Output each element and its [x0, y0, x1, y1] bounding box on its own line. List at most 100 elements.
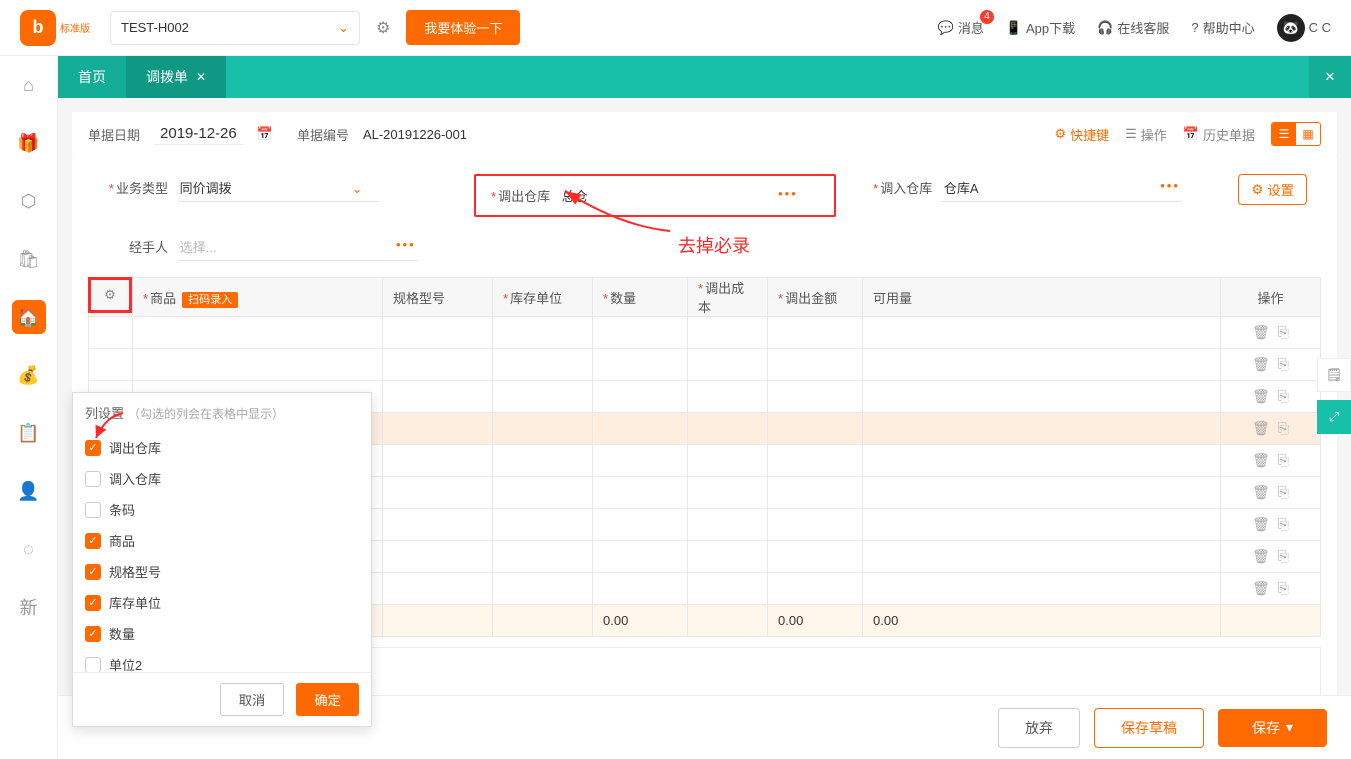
nav-sync-icon[interactable]: ◌ [12, 532, 46, 566]
settings-button[interactable]: ⚙设置 [1238, 174, 1307, 205]
in-warehouse-field[interactable]: *调入仓库 仓库A••• [866, 174, 1208, 202]
copy-icon[interactable]: ⎘ [1278, 580, 1289, 596]
column-option[interactable]: ✓商品 [85, 525, 359, 556]
online-service-link[interactable]: 🎧 在线客服 [1097, 18, 1169, 37]
col-qty: *数量 [593, 278, 688, 317]
annotation-text: 去掉必录 [678, 232, 750, 258]
more-icon[interactable]: ••• [778, 186, 798, 201]
tab-home[interactable]: 首页 [58, 56, 126, 98]
delete-icon[interactable]: 🗑 [1252, 548, 1270, 564]
save-button[interactable]: 保存▾ [1218, 709, 1327, 747]
column-option[interactable]: ✓规格型号 [85, 556, 359, 587]
copy-icon[interactable]: ⎘ [1278, 452, 1289, 468]
nav-bag-icon[interactable]: 🛍 [12, 242, 46, 276]
discard-button[interactable]: 放弃 [998, 708, 1080, 748]
delete-icon[interactable]: 🗑 [1252, 420, 1270, 436]
user-menu[interactable]: 🐼 C C [1277, 14, 1331, 42]
close-all-tabs[interactable]: ✕ [1309, 56, 1351, 98]
table-row[interactable]: 🗑⎘ [89, 317, 1321, 349]
list-view-icon[interactable]: ☰ [1272, 123, 1296, 145]
delete-icon[interactable]: 🗑 [1252, 452, 1270, 468]
nav-tag-icon[interactable]: ⬡ [12, 184, 46, 218]
left-nav: ⌂ 🎁 ⬡ 🛍 🏠 💰 📋 👤 ◌ 新 [0, 56, 58, 759]
nav-contact-icon[interactable]: 👤 [12, 474, 46, 508]
copy-icon[interactable]: ⎘ [1278, 324, 1289, 340]
popover-ok-button[interactable]: 确定 [296, 683, 359, 716]
gear-icon: ⚙ [1251, 182, 1263, 198]
nav-gift-icon[interactable]: 🎁 [12, 126, 46, 160]
copy-icon[interactable]: ⎘ [1278, 356, 1289, 372]
checkbox-icon[interactable] [85, 471, 101, 487]
close-icon[interactable]: ✕ [196, 70, 206, 84]
trial-button[interactable]: 我要体验一下 [406, 10, 520, 45]
checkbox-icon[interactable] [85, 657, 101, 673]
checkbox-icon[interactable]: ✓ [85, 564, 101, 580]
delete-icon[interactable]: 🗑 [1252, 516, 1270, 532]
copy-icon[interactable]: ⎘ [1278, 420, 1289, 436]
nav-new-icon[interactable]: 新 [12, 590, 46, 624]
delete-icon[interactable]: 🗑 [1252, 324, 1270, 340]
logo-subtitle: 标准版 [60, 20, 90, 35]
messages-link[interactable]: 💬 消息 4 [938, 18, 984, 37]
gear-icon[interactable]: ⚙ [376, 18, 390, 38]
copy-icon[interactable]: ⎘ [1278, 388, 1289, 404]
help-icon: ? [1191, 20, 1198, 35]
more-icon[interactable]: ••• [1160, 178, 1180, 193]
copy-icon[interactable]: ⎘ [1278, 516, 1289, 532]
nav-home-icon[interactable]: ⌂ [12, 68, 46, 102]
column-option[interactable]: 单位2 [85, 649, 359, 672]
more-icon[interactable]: ••• [396, 237, 416, 252]
checkbox-icon[interactable]: ✓ [85, 595, 101, 611]
checkbox-icon[interactable]: ✓ [85, 626, 101, 642]
delete-icon[interactable]: 🗑 [1252, 356, 1270, 372]
popover-cancel-button[interactable]: 取消 [220, 683, 285, 716]
out-warehouse-value: 总仓••• [560, 182, 800, 209]
grid-view-icon[interactable]: ▦ [1296, 123, 1320, 145]
shortcut-link[interactable]: ⚙快捷键 [1054, 125, 1109, 144]
save-draft-button[interactable]: 保存草稿 [1094, 708, 1204, 748]
side-note-icon[interactable]: 🗒 [1317, 358, 1351, 392]
copy-icon[interactable]: ⎘ [1278, 548, 1289, 564]
copy-icon[interactable]: ⎘ [1278, 484, 1289, 500]
tab-transfer[interactable]: 调拨单 ✕ [126, 56, 226, 98]
help-center-link[interactable]: ? 帮助中心 [1191, 18, 1254, 37]
side-expand-icon[interactable]: ⤢ [1317, 400, 1351, 434]
table-row[interactable]: 🗑⎘ [89, 349, 1321, 381]
delete-icon[interactable]: 🗑 [1252, 580, 1270, 596]
scan-button[interactable]: 扫码录入 [182, 292, 238, 308]
delete-icon[interactable]: 🗑 [1252, 484, 1270, 500]
top-bar: b 标准版 TEST-H002 ⌄ ⚙ 我要体验一下 💬 消息 4 📱 App下… [0, 0, 1351, 56]
calendar-icon: 📅 [1183, 126, 1199, 142]
col-product: *商品扫码录入 [133, 278, 383, 317]
out-warehouse-field[interactable]: *调出仓库 总仓••• [474, 174, 836, 217]
date-value[interactable]: 2019-12-26 [154, 123, 243, 145]
column-option[interactable]: 调入仓库 [85, 463, 359, 494]
column-settings-button[interactable]: ⚙ [88, 277, 132, 313]
column-option[interactable]: ✓数量 [85, 618, 359, 649]
nav-warehouse-icon[interactable]: 🏠 [12, 300, 46, 334]
column-option[interactable]: 条码 [85, 494, 359, 525]
col-amount: *调出金额 [768, 278, 863, 317]
annotation-arrow-icon [88, 408, 128, 448]
operate-link[interactable]: ☰操作 [1125, 125, 1167, 144]
delete-icon[interactable]: 🗑 [1252, 388, 1270, 404]
nav-clipboard-icon[interactable]: 📋 [12, 416, 46, 450]
checkbox-icon[interactable] [85, 502, 101, 518]
biztype-field[interactable]: *业务类型 同价调拨⌄ [102, 174, 444, 202]
chevron-down-icon: ⌄ [338, 20, 349, 36]
history-link[interactable]: 📅历史单据 [1183, 125, 1255, 144]
checkbox-icon[interactable]: ✓ [85, 533, 101, 549]
app-download-link[interactable]: 📱 App下载 [1006, 18, 1075, 37]
view-toggle[interactable]: ☰ ▦ [1271, 122, 1321, 146]
popover-list[interactable]: ✓调出仓库调入仓库条码✓商品✓规格型号✓库存单位✓数量单位2 [73, 432, 371, 672]
sum-qty: 0.00 [593, 605, 688, 637]
user-name: C C [1309, 20, 1331, 35]
col-spec: 规格型号 [383, 278, 493, 317]
org-selector[interactable]: TEST-H002 ⌄ [110, 11, 360, 45]
handler-field[interactable]: 经手人 选择...••• [102, 233, 462, 261]
sum-avail: 0.00 [863, 605, 1221, 637]
calendar-icon[interactable]: 📅 [257, 126, 273, 142]
nav-money-icon[interactable]: 💰 [12, 358, 46, 392]
messages-badge: 4 [980, 10, 994, 24]
column-option[interactable]: ✓库存单位 [85, 587, 359, 618]
